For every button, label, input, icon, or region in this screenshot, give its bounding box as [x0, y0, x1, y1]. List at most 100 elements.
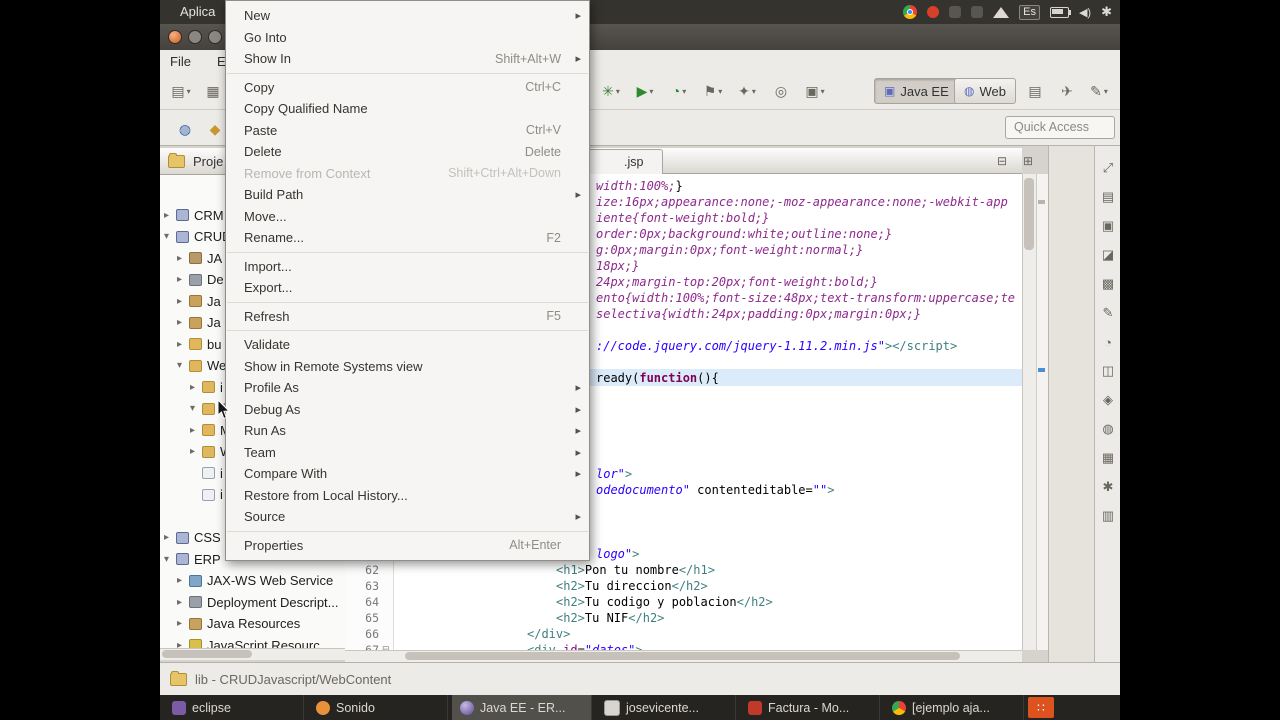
collapse-arrow-icon[interactable]: ▾ [164, 554, 176, 565]
tree-item-crud[interactable]: ▾ CRUD [164, 227, 232, 247]
code-line[interactable]: ://code.jquery.com/jquery-1.11.2.min.js"… [596, 338, 957, 354]
taskbar-item-java-ee-er[interactable]: Java EE - ER... [452, 695, 592, 720]
menubar-item-file[interactable]: File [170, 54, 191, 69]
tree-item-we[interactable]: ▾ We [177, 356, 226, 376]
applications-menu[interactable]: Aplica [180, 4, 215, 19]
menu-item-properties[interactable]: Properties Alt+Enter [226, 535, 589, 557]
expand-arrow-icon[interactable]: ▸ [177, 296, 189, 307]
code-line[interactable]: <h2>Tu direccion</h2> [556, 578, 708, 594]
menu-item-copy[interactable]: Copy Ctrl+C [226, 77, 589, 99]
tasks-icon[interactable]: ▣ [1098, 216, 1118, 236]
expand-arrow-icon[interactable]: ▸ [190, 382, 202, 393]
taskbar-item-ejemplo-aja[interactable]: [ejemplo aja... [884, 695, 1024, 720]
tree-item-java-resources[interactable]: ▸ Java Resources [177, 614, 300, 634]
menu-item-rename[interactable]: Rename... F2 [226, 227, 589, 249]
expand-arrow-icon[interactable]: ▸ [190, 425, 202, 436]
restore-panel-icon[interactable]: ⤢ [1098, 158, 1118, 178]
expand-arrow-icon[interactable]: ▸ [164, 210, 176, 221]
window-close-icon[interactable] [168, 30, 182, 44]
wifi-icon[interactable] [993, 6, 1010, 18]
code-line[interactable]: <h2>Tu NIF</h2> [556, 610, 664, 626]
expand-arrow-icon[interactable]: ▸ [164, 532, 176, 543]
tree-item-i[interactable]: i [190, 463, 223, 483]
dropdown-arrow-icon[interactable]: ▾ [682, 87, 686, 96]
code-line[interactable]: selectiva{width:24px;padding:0px;margin:… [596, 306, 921, 322]
tree-item-ja[interactable]: ▸ JA [177, 248, 222, 268]
run-button[interactable]: ▶ ▾ [632, 79, 658, 103]
dropdown-arrow-icon[interactable]: ▾ [1104, 87, 1108, 96]
taskbar-item-factura-mo[interactable]: Factura - Mo... [740, 695, 880, 720]
code-line[interactable]: odedocumento" contenteditable=""> [596, 482, 834, 498]
taskbar-item-josevicente[interactable]: josevicente... [596, 695, 736, 720]
code-line[interactable]: ento{width:100%;font-size:48px;text-tran… [596, 290, 1015, 306]
perspective-java-ee[interactable]: ▣ Java EE [874, 78, 959, 104]
code-line[interactable]: width:100%;} [596, 178, 683, 194]
menu-item-new[interactable]: New ▸ [226, 5, 589, 27]
tree-item-erp[interactable]: ▾ ERP [164, 549, 221, 569]
minimize-editor-icon[interactable]: ⊟ [993, 152, 1011, 170]
tree-item-deployment-descript[interactable]: ▸ Deployment Descript... [177, 592, 339, 612]
code-line[interactable]: <h1>Pon tu nombre</h1> [556, 562, 715, 578]
menu-item-move[interactable]: Move... [226, 206, 589, 228]
external-tools-button[interactable]: ⚑ ▾ [700, 79, 726, 103]
menu-item-paste[interactable]: Paste Ctrl+V [226, 120, 589, 142]
collapse-arrow-icon[interactable]: ▾ [190, 403, 202, 414]
menu-item-show-in-remote-systems-view[interactable]: Show in Remote Systems view [226, 356, 589, 378]
code-line[interactable]: 24px;margin-top:20px;font-weight:bold;} [596, 274, 878, 290]
code-line[interactable]: g:0px;margin:0px;font-weight:normal;} [596, 242, 863, 258]
fold-collapse-icon[interactable]: ⊟ [382, 644, 393, 650]
tree-item-css[interactable]: ▸ CSS [164, 528, 221, 548]
markers-icon[interactable]: ▦ [1098, 448, 1118, 468]
dropdown-arrow-icon[interactable]: ▾ [616, 87, 620, 96]
tree-item-i[interactable]: ▸ i [190, 377, 223, 397]
console-icon[interactable]: ▥ [1098, 506, 1118, 526]
new-wizard-button[interactable]: ✦ ▾ [734, 79, 760, 103]
debug-button[interactable]: ✳ ▾ [598, 79, 624, 103]
open-type-button[interactable]: ▣ ▾ [802, 79, 828, 103]
search-button[interactable]: ◎ [768, 79, 794, 103]
expand-arrow-icon[interactable]: ▸ [177, 640, 189, 649]
bluetooth-icon[interactable] [971, 6, 984, 18]
tree-item-crm[interactable]: ▸ CRM [164, 205, 224, 225]
expand-arrow-icon[interactable]: ▸ [190, 446, 202, 457]
browser-icon[interactable]: ◍ [1098, 419, 1118, 439]
menu-item-restore-from-local-history[interactable]: Restore from Local History... [226, 485, 589, 507]
launcher-icon[interactable]: ∷ [1028, 697, 1054, 718]
code-line[interactable]: <div id="datos"> [527, 642, 643, 650]
properties-icon[interactable]: ✱ [1098, 477, 1118, 497]
web-browser-button[interactable]: ◍ [172, 117, 198, 141]
menu-item-refresh[interactable]: Refresh F5 [226, 306, 589, 328]
servers-icon[interactable]: ◫ [1098, 361, 1118, 381]
messaging-icon[interactable] [949, 6, 962, 18]
menu-item-show-in[interactable]: Show In Shift+Alt+W ▸ [226, 48, 589, 70]
menu-item-build-path[interactable]: Build Path ▸ [226, 184, 589, 206]
code-line[interactable]: order:0px;background:white;outline:none;… [596, 226, 892, 242]
tree-item-de[interactable]: ▸ De [177, 270, 224, 290]
snippets-icon[interactable]: ✎ [1098, 303, 1118, 323]
code-line[interactable]: <h2>Tu codigo y poblacion</h2> [556, 594, 773, 610]
taskbar-item-sonido[interactable]: Sonido [308, 695, 448, 720]
expand-arrow-icon[interactable]: ▸ [177, 575, 189, 586]
editor-vscroll-thumb[interactable] [1024, 178, 1034, 250]
code-line[interactable]: </div> [527, 626, 570, 642]
menu-item-go-into[interactable]: Go Into [226, 27, 589, 49]
window-maximize-icon[interactable] [208, 30, 222, 44]
tree-item-ja[interactable]: ▸ Ja [177, 291, 221, 311]
editor-hscroll-thumb[interactable] [405, 652, 960, 660]
grid-icon[interactable]: ▩ [1098, 274, 1118, 294]
tree-scrollbar-thumb[interactable] [162, 650, 252, 658]
taskbar-item-eclipse[interactable]: eclipse [164, 695, 304, 720]
menu-item-export[interactable]: Export... [226, 277, 589, 299]
menu-item-copy-qualified-name[interactable]: Copy Qualified Name [226, 98, 589, 120]
code-line[interactable]: lor"> [596, 466, 632, 482]
code-line[interactable]: logo"> [596, 546, 639, 562]
menu-item-profile-as[interactable]: Profile As ▸ [226, 377, 589, 399]
code-line[interactable]: 18px;} [596, 258, 639, 274]
workspace-icon[interactable]: ▤ [1022, 79, 1048, 103]
save-button[interactable]: ▦ [200, 79, 226, 103]
dropdown-arrow-icon[interactable]: ▾ [821, 87, 825, 96]
coverage-button[interactable]: ◔ ▾ [666, 79, 692, 103]
expand-arrow-icon[interactable]: ▸ [177, 274, 189, 285]
menu-item-debug-as[interactable]: Debug As ▸ [226, 399, 589, 421]
collapse-arrow-icon[interactable]: ▾ [164, 231, 176, 242]
